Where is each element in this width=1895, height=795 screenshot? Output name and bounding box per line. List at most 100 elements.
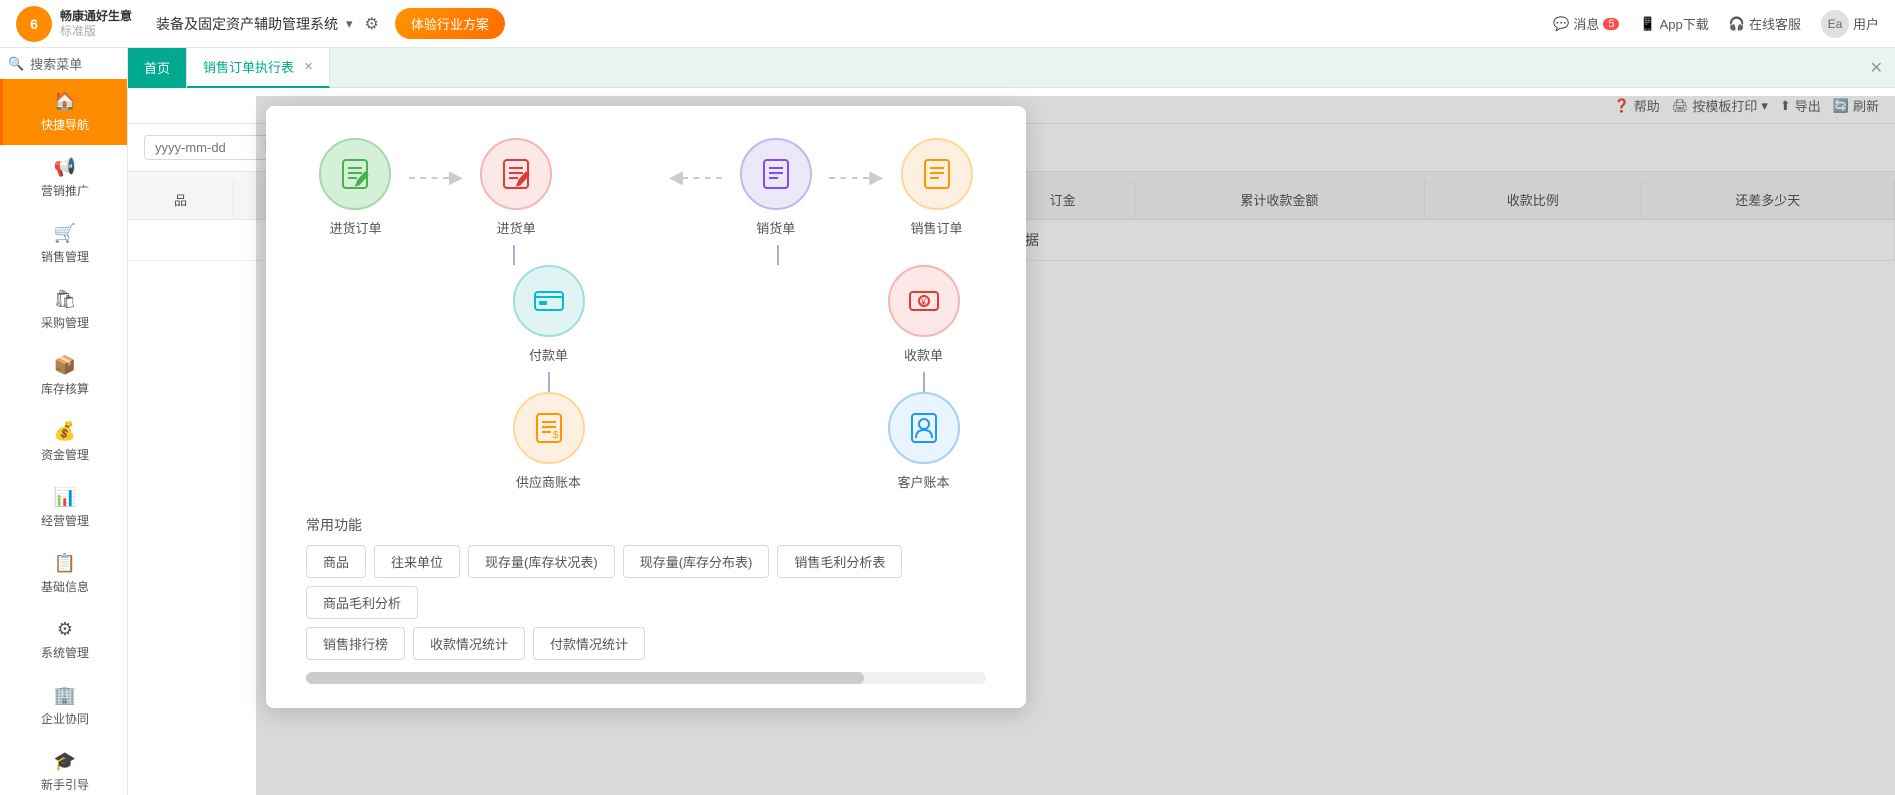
sidebar-item-basic[interactable]: 📋 基础信息 bbox=[0, 541, 127, 607]
sidebar-item-inventory[interactable]: 📦 库存核算 bbox=[0, 343, 127, 409]
flow-arrow-po-pb: ▶ bbox=[405, 167, 467, 188]
tab-close-icon[interactable]: ✕ bbox=[304, 60, 313, 73]
sidebar-item-enterprise[interactable]: 🏢 企业协同 bbox=[0, 673, 127, 739]
flow-circle-purchase-bill bbox=[480, 138, 552, 210]
system-title: 装备及固定资产辅助管理系统 bbox=[156, 14, 338, 34]
sidebar-item-guide[interactable]: 🎓 新手引导 bbox=[0, 739, 127, 795]
guide-icon: 🎓 bbox=[54, 751, 76, 772]
sales-icon: 🛒 bbox=[54, 223, 76, 244]
flow-item-payment[interactable]: 付款单 bbox=[486, 265, 611, 364]
common-btn-receipt-stats[interactable]: 收款情况统计 bbox=[413, 627, 525, 660]
flow-section: 进货订单 ▶ 进 bbox=[306, 138, 986, 499]
flow-label-customer-account: 客户账本 bbox=[897, 472, 949, 491]
common-btn-product[interactable]: 商品 bbox=[306, 545, 366, 578]
flow-circle-supplier-account: $ bbox=[513, 392, 585, 464]
enterprise-icon: 🏢 bbox=[54, 685, 76, 706]
common-functions-title: 常用功能 bbox=[306, 515, 986, 535]
flow-circle-receipt: ¥ bbox=[888, 265, 960, 337]
common-btn-product-profit[interactable]: 商品毛利分析 bbox=[306, 586, 418, 619]
flow-row-3: $ 供应商账本 客户账本 bbox=[306, 392, 986, 491]
sidebar-item-sales[interactable]: 🛒 销售管理 bbox=[0, 211, 127, 277]
download-icon: 📱 bbox=[1639, 16, 1655, 32]
trial-button[interactable]: 体验行业方案 bbox=[395, 8, 505, 39]
scroll-bar-area bbox=[306, 672, 986, 684]
dropdown-icon[interactable]: ▾ bbox=[346, 16, 353, 32]
flow-label-sales-order: 销售订单 bbox=[911, 218, 963, 237]
service-icon: 🎧 bbox=[1729, 16, 1745, 32]
flow-row-2: 付款单 ¥ 收款单 bbox=[306, 265, 986, 364]
flow-circle-purchase-order bbox=[319, 138, 391, 210]
top-bar: 6 畅康通好生意 标准版 装备及固定资产辅助管理系统 ▾ ⚙ 体验行业方案 💬 … bbox=[0, 0, 1895, 48]
quick-nav-icon: 🏠 bbox=[54, 91, 76, 112]
flow-row-1: 进货订单 ▶ 进 bbox=[306, 138, 986, 237]
sidebar-item-operation[interactable]: 📊 经营管理 bbox=[0, 475, 127, 541]
sidebar-item-finance[interactable]: 💰 资金管理 bbox=[0, 409, 127, 475]
flow-circle-sales-order bbox=[901, 138, 973, 210]
flow-label-purchase-order: 进货订单 bbox=[329, 218, 381, 237]
common-btn-inventory-dist[interactable]: 现存量(库存分布表) bbox=[623, 545, 770, 578]
sidebar-item-quick-nav[interactable]: 🏠 快捷导航 bbox=[0, 79, 127, 145]
tab-sales-order[interactable]: 销售订单执行表 ✕ bbox=[187, 48, 330, 88]
svg-text:¥: ¥ bbox=[920, 297, 927, 307]
message-badge: 5 bbox=[1603, 18, 1619, 30]
common-functions-section: 常用功能 商品 往来单位 现存量(库存状况表) 现存量(库存分布表) 销售毛利分… bbox=[306, 515, 986, 660]
flow-item-purchase-order[interactable]: 进货订单 bbox=[306, 138, 405, 237]
marketing-icon: 📢 bbox=[54, 157, 76, 178]
scroll-bar-thumb[interactable] bbox=[306, 672, 864, 684]
flow-item-receipt[interactable]: ¥ 收款单 bbox=[861, 265, 986, 364]
user-item[interactable]: Ea 用户 bbox=[1821, 10, 1879, 38]
gear-icon[interactable]: ⚙ bbox=[365, 14, 379, 34]
common-btn-inventory-status[interactable]: 现存量(库存状况表) bbox=[468, 545, 615, 578]
top-bar-right: 💬 消息 5 📱 App下载 🎧 在线客服 Ea 用户 bbox=[1553, 10, 1879, 38]
app-download-item[interactable]: 📱 App下载 bbox=[1639, 14, 1708, 33]
close-all-tabs-button[interactable]: ✕ bbox=[1858, 58, 1895, 78]
flow-item-sales-order[interactable]: 销售订单 bbox=[887, 138, 986, 237]
sidebar: 🔍 搜索菜单 🏠 快捷导航 📢 营销推广 🛒 销售管理 🛍 采购管理 📦 bbox=[0, 48, 128, 795]
search-icon: 🔍 bbox=[8, 56, 24, 72]
online-service-item[interactable]: 🎧 在线客服 bbox=[1729, 14, 1801, 33]
common-btn-payment-stats[interactable]: 付款情况统计 bbox=[533, 627, 645, 660]
flow-arrow-sb-so: ▶ bbox=[825, 167, 887, 188]
sidebar-item-purchase[interactable]: 🛍 采购管理 bbox=[0, 277, 127, 343]
flow-item-supplier-account[interactable]: $ 供应商账本 bbox=[486, 392, 611, 491]
common-btn-sales-profit[interactable]: 销售毛利分析表 bbox=[777, 545, 902, 578]
search-menu[interactable]: 🔍 搜索菜单 bbox=[0, 48, 127, 79]
message-item[interactable]: 💬 消息 5 bbox=[1553, 14, 1619, 33]
flow-label-sales-bill: 销货单 bbox=[756, 218, 795, 237]
sidebar-item-system[interactable]: ⚙ 系统管理 bbox=[0, 607, 127, 673]
logo-text: 畅康通好生意 标准版 bbox=[60, 9, 132, 38]
operation-icon: 📊 bbox=[54, 487, 76, 508]
flow-circle-customer-account bbox=[888, 392, 960, 464]
logo-icon: 6 bbox=[16, 6, 52, 42]
svg-text:$: $ bbox=[553, 430, 559, 441]
flow-arrow-row-2 bbox=[306, 372, 986, 392]
inventory-icon: 📦 bbox=[54, 355, 76, 376]
finance-icon: 💰 bbox=[54, 421, 76, 442]
modal-overlay[interactable]: 进货订单 ▶ 进 bbox=[256, 96, 1895, 795]
message-icon: 💬 bbox=[1553, 16, 1569, 32]
common-btn-sales-rank[interactable]: 销售排行榜 bbox=[306, 627, 405, 660]
common-buttons: 商品 往来单位 现存量(库存状况表) 现存量(库存分布表) 销售毛利分析表 商品… bbox=[306, 545, 986, 619]
avatar: Ea bbox=[1821, 10, 1849, 38]
common-buttons-row2: 销售排行榜 收款情况统计 付款情况统计 bbox=[306, 627, 986, 660]
flow-item-sales-bill[interactable]: 销货单 bbox=[726, 138, 825, 237]
flow-label-supplier-account: 供应商账本 bbox=[516, 472, 581, 491]
flow-arrow-row bbox=[306, 245, 986, 265]
basic-icon: 📋 bbox=[54, 553, 76, 574]
flow-item-customer-account[interactable]: 客户账本 bbox=[861, 392, 986, 491]
modal-box: 进货订单 ▶ 进 bbox=[266, 106, 1026, 708]
flow-label-payment: 付款单 bbox=[529, 345, 568, 364]
system-icon: ⚙ bbox=[57, 619, 73, 640]
tab-bar: 首页 销售订单执行表 ✕ ✕ bbox=[128, 48, 1895, 88]
purchase-icon: 🛍 bbox=[54, 289, 77, 310]
col-product-short: 品 bbox=[128, 180, 234, 220]
common-btn-counterpart[interactable]: 往来单位 bbox=[374, 545, 460, 578]
sidebar-item-marketing[interactable]: 📢 营销推广 bbox=[0, 145, 127, 211]
flow-label-receipt: 收款单 bbox=[904, 345, 943, 364]
logo-area: 6 畅康通好生意 标准版 bbox=[16, 6, 144, 42]
flow-item-purchase-bill[interactable]: 进货单 bbox=[467, 138, 566, 237]
flow-label-purchase-bill: 进货单 bbox=[497, 218, 536, 237]
flow-circle-sales-bill bbox=[740, 138, 812, 210]
flow-arrow-so-sb: ▶ bbox=[665, 167, 727, 188]
tab-home[interactable]: 首页 bbox=[128, 48, 187, 88]
